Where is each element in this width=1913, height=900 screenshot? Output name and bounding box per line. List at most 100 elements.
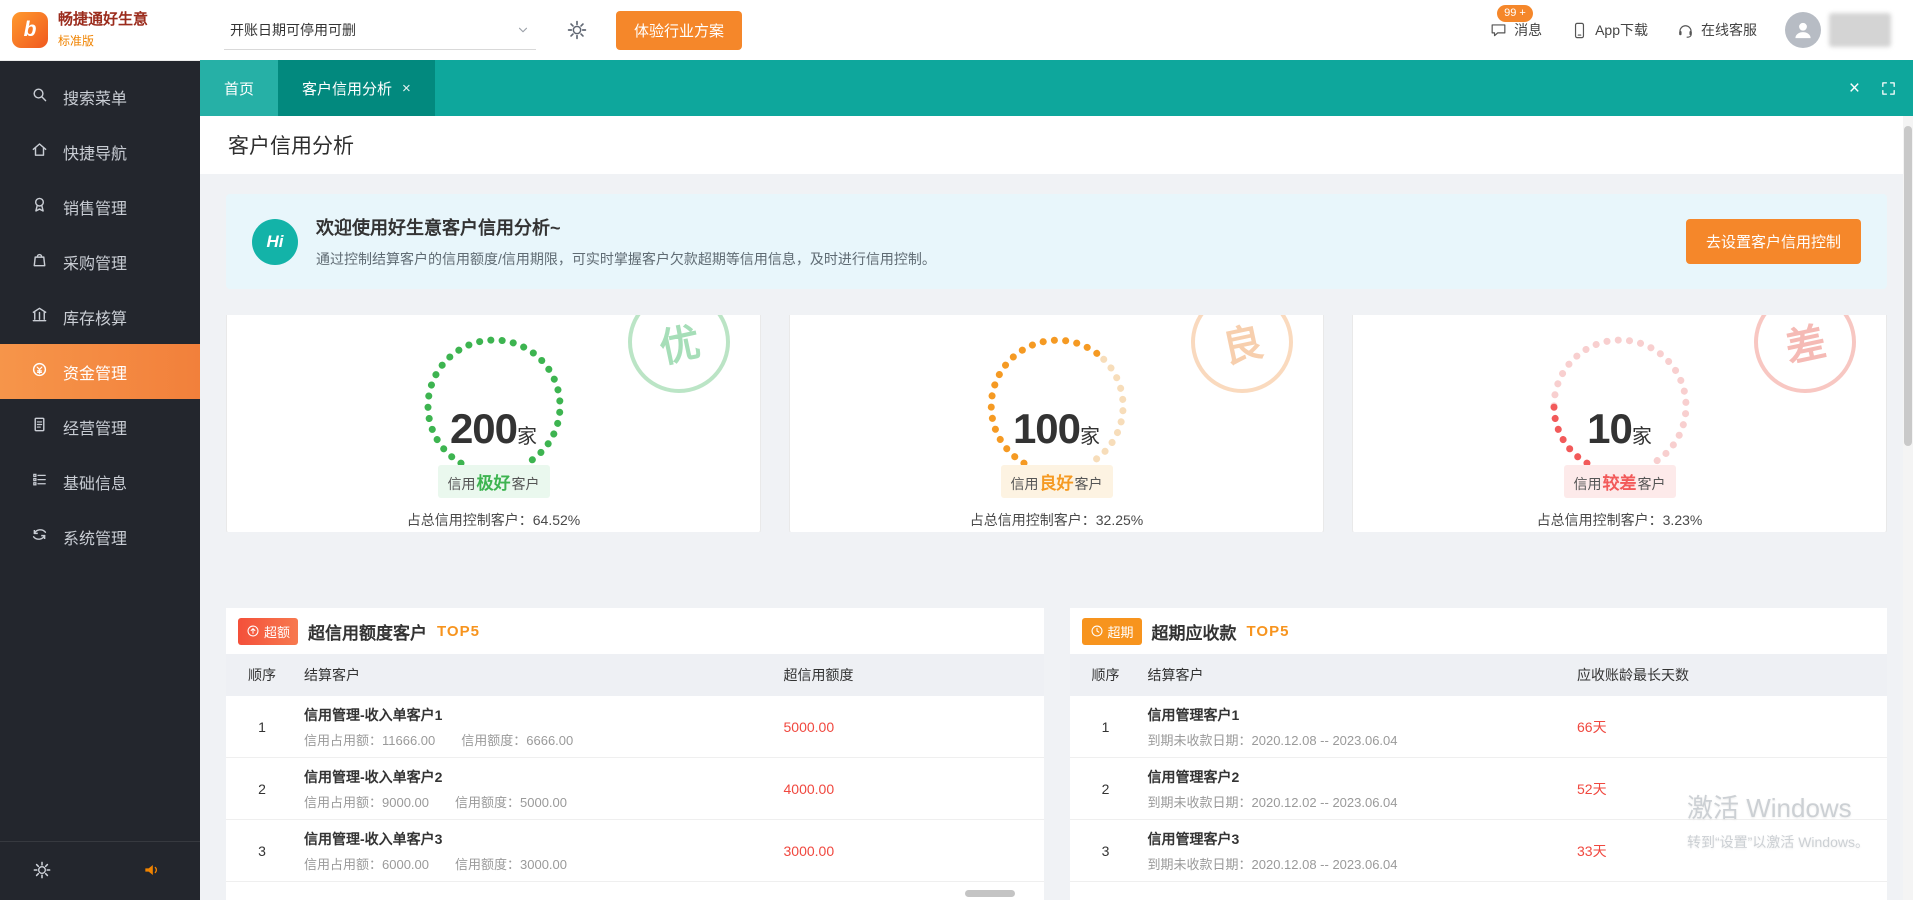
- tab-home[interactable]: 首页: [200, 60, 279, 116]
- row-index: 2: [258, 780, 266, 797]
- banner-title: 欢迎使用好生意客户信用分析~: [316, 218, 561, 238]
- customer-name: 信用管理客户2: [1147, 768, 1240, 785]
- column-header-customer: 结算客户: [304, 667, 360, 683]
- messages-label: 消息: [1514, 22, 1543, 38]
- topbar: 开账日期可停用可删 体验行业方案 99 + 消息 App下载 在线客服: [200, 0, 1913, 60]
- top5-label: TOP5: [437, 622, 480, 640]
- app-download-link[interactable]: App下载: [1570, 20, 1648, 40]
- table-row: 1 信用管理-收入单客户1 信用占用额：11666.00 信用额度：6666.00…: [226, 696, 1044, 758]
- messages-link[interactable]: 99 + 消息: [1489, 5, 1543, 40]
- medal-icon: [30, 195, 49, 219]
- sidebar-item-label: 采购管理: [63, 255, 128, 273]
- customer-detail: 信用占用额：6000.00 信用额度：3000.00: [304, 856, 567, 872]
- online-service-link[interactable]: 在线客服: [1676, 20, 1757, 40]
- table-header: 顺序 结算客户 超信用额度: [226, 654, 1044, 696]
- sidebar-item-label: 资金管理: [63, 365, 128, 383]
- credit-good-card: 良 100家 信用良好客户 占总信用控制客户：32.25%: [789, 315, 1324, 532]
- announcement-icon[interactable]: [142, 860, 162, 883]
- chevron-down-icon: [518, 27, 528, 32]
- sidebar-item-label: 库存核算: [63, 310, 128, 328]
- sidebar-item-funds[interactable]: 资金管理: [0, 344, 200, 399]
- aging-days: 33天: [1577, 842, 1607, 859]
- sidebar-item-quick-nav[interactable]: 快捷导航: [0, 124, 200, 179]
- over-limit-header: 超额 超信用额度客户 TOP5: [226, 608, 1044, 654]
- stamp-good: 良: [1181, 315, 1303, 403]
- sidebar-item-sales[interactable]: 销售管理: [0, 179, 200, 234]
- table-row: 2 信用管理客户2 到期未收款日期：2020.12.02 -- 2023.06.…: [1069, 758, 1887, 820]
- customer-name: 信用管理客户3: [1147, 830, 1240, 847]
- sidebar-item-basic-info[interactable]: 基础信息: [0, 454, 200, 509]
- close-all-tabs-icon[interactable]: ×: [1849, 79, 1860, 98]
- tab-customer-credit-analysis[interactable]: 客户信用分析 ×: [278, 60, 435, 116]
- sidebar: b 畅捷通好生意 标准版 搜索菜单 快捷导航 销售管理 采购管理 库存核算 资金…: [0, 0, 200, 900]
- column-header-customer: 结算客户: [1147, 667, 1204, 683]
- money-icon: [30, 360, 49, 384]
- list-icon: [30, 470, 49, 494]
- tab-home-label: 首页: [224, 80, 255, 98]
- customer-name: 信用管理-收入单客户1: [304, 706, 443, 723]
- sidebar-item-label: 基础信息: [63, 475, 128, 493]
- app-download-label: App下载: [1595, 22, 1648, 38]
- row-index: 3: [258, 842, 266, 859]
- exceed-tag: 超额: [238, 617, 299, 645]
- customer-count: 100家: [1012, 405, 1101, 452]
- document-icon: [30, 415, 49, 439]
- clock-icon: [1091, 625, 1102, 637]
- sidebar-item-label: 销售管理: [63, 200, 128, 218]
- page-title: 客户信用分析: [228, 135, 354, 158]
- customer-count: 10家: [1587, 405, 1652, 452]
- industry-solution-button[interactable]: 体验行业方案: [616, 10, 743, 50]
- overdue-header: 超期 超期应收款 TOP5: [1070, 608, 1888, 654]
- user-name-redacted: [1829, 13, 1891, 47]
- chat-bubble-icon: [1491, 23, 1506, 36]
- settings-icon[interactable]: [32, 860, 52, 883]
- sidebar-item-inventory[interactable]: 库存核算: [0, 289, 200, 344]
- messages-badge: 99 +: [1497, 5, 1533, 22]
- sidebar-item-search-menu[interactable]: 搜索菜单: [0, 69, 200, 124]
- customer-name: 信用管理客户1: [1147, 706, 1240, 723]
- warehouse-icon: [30, 305, 49, 329]
- customer-detail: 信用占用额：9000.00 信用额度：5000.00: [304, 794, 567, 810]
- sidebar-menu: 搜索菜单 快捷导航 销售管理 采购管理 库存核算 资金管理 经营管理 基础信息 …: [0, 61, 200, 841]
- over-limit-amount: 3000.00: [783, 842, 835, 859]
- topbar-right: 99 + 消息 App下载 在线客服: [1489, 5, 1891, 48]
- vertical-scrollbar[interactable]: [1903, 116, 1913, 900]
- tab-active-label: 客户信用分析: [302, 80, 393, 98]
- sidebar-item-system[interactable]: 系统管理: [0, 509, 200, 564]
- customer-name: 信用管理-收入单客户2: [304, 768, 443, 785]
- horizontal-scrollbar-thumb[interactable]: [965, 890, 1015, 897]
- brand-logo: b 畅捷通好生意 标准版: [0, 0, 200, 61]
- hi-icon: Hi: [252, 218, 298, 265]
- sidebar-item-purchase[interactable]: 采购管理: [0, 234, 200, 289]
- fullscreen-icon[interactable]: [1880, 80, 1897, 97]
- account-set-value: 开账日期可停用可删: [230, 21, 356, 38]
- vertical-scrollbar-thumb[interactable]: [1904, 126, 1912, 446]
- home-icon: [30, 140, 49, 164]
- settings-gear-button[interactable]: [566, 19, 588, 41]
- grade-badge-excellent: 信用极好客户: [437, 465, 550, 498]
- row-index: 3: [1101, 842, 1110, 859]
- tab-close-icon[interactable]: ×: [402, 80, 411, 97]
- row-index: 2: [1101, 780, 1110, 797]
- table-row: 2 信用管理-收入单客户2 信用占用额：9000.00 信用额度：5000.00 …: [226, 758, 1044, 820]
- setup-credit-control-button[interactable]: 去设置客户信用控制: [1685, 219, 1861, 264]
- sidebar-item-operations[interactable]: 经营管理: [0, 399, 200, 454]
- stamp-excellent: 优: [618, 315, 740, 403]
- tabbar: 首页 客户信用分析 × ×: [200, 60, 1913, 116]
- customer-detail: 信用占用额：11666.00 信用额度：6666.00: [304, 732, 574, 748]
- aging-days: 66天: [1577, 718, 1607, 735]
- welcome-banner: Hi 欢迎使用好生意客户信用分析~ 通过控制结算客户的信用额度/信用期限，可实时…: [226, 194, 1887, 289]
- customer-detail: 到期未收款日期：2020.12.02 -- 2023.06.04: [1147, 794, 1398, 810]
- grade-badge-poor: 信用较差客户: [1563, 465, 1676, 498]
- sidebar-item-label: 经营管理: [63, 420, 128, 438]
- customer-name: 信用管理-收入单客户3: [304, 830, 443, 847]
- row-index: 1: [258, 718, 266, 735]
- sidebar-footer: [0, 841, 200, 900]
- sidebar-item-label: 快捷导航: [63, 145, 128, 163]
- person-icon: [1795, 22, 1811, 39]
- share-of-total: 占总信用控制客户：64.52%: [406, 512, 581, 528]
- account-set-select[interactable]: 开账日期可停用可删: [224, 11, 536, 50]
- over-limit-amount: 4000.00: [783, 780, 835, 797]
- top5-tables: 超额 超信用额度客户 TOP5 顺序 结算客户 超信用额度 1 信用管理-收入单…: [226, 608, 1887, 900]
- avatar[interactable]: [1785, 12, 1821, 48]
